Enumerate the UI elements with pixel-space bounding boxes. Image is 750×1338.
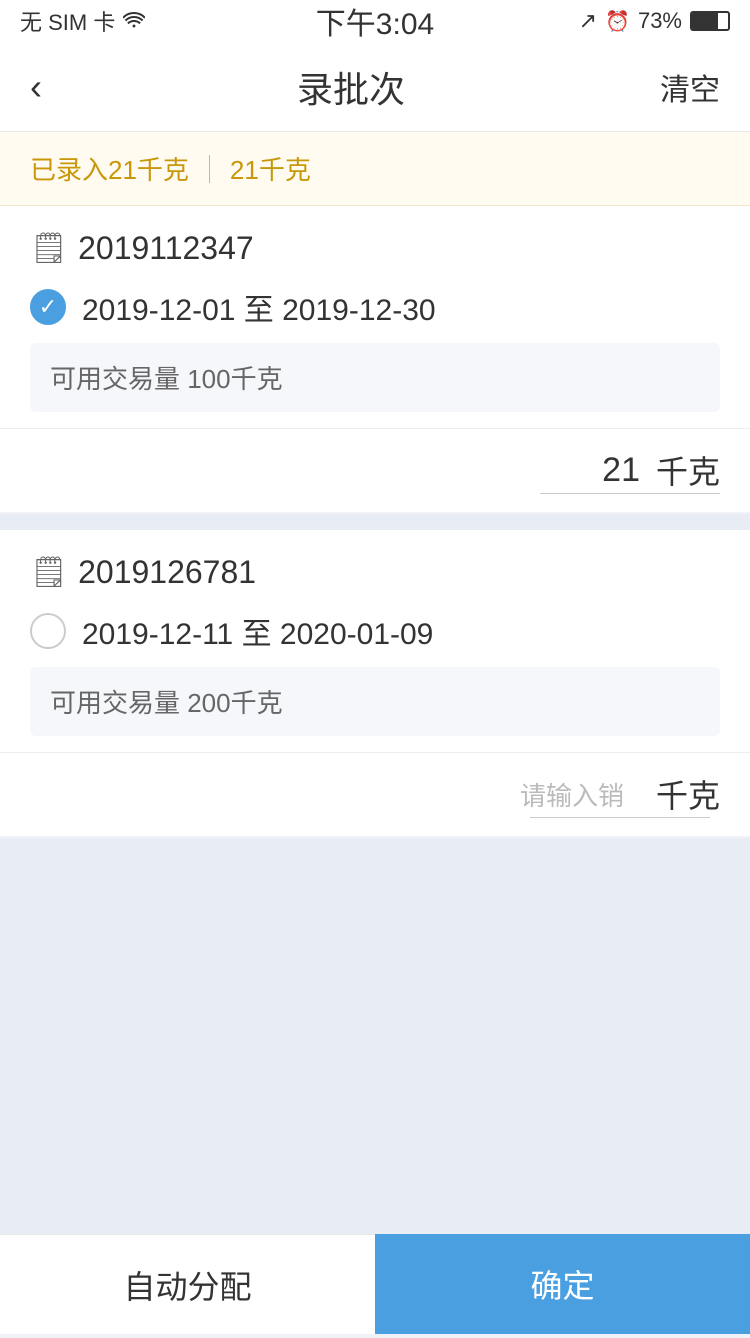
batch-1-radio[interactable]: ✓ [30, 289, 66, 325]
batch-1-available: 可用交易量 100千克 [30, 343, 720, 412]
batch-1-check-icon: ✓ [39, 296, 57, 318]
location-icon: ↗ [579, 8, 597, 34]
confirm-button[interactable]: 确定 [375, 1234, 750, 1334]
batch-1-id: 2019112347 [78, 230, 254, 267]
summary-label: 已录入21千克 [30, 150, 189, 187]
carrier-text: 无 SIM 卡 [20, 5, 115, 37]
batch-2-date-row[interactable]: 2019-12-11 至 2020-01-09 [0, 601, 750, 661]
summary-bar: 已录入21千克 21千克 [0, 132, 750, 206]
batch-1-date-row[interactable]: ✓ 2019-12-01 至 2019-12-30 [0, 277, 750, 337]
batch-2-icon: 🗒 [30, 555, 68, 590]
batch-1-quantity-row: 21 千克 [0, 428, 750, 512]
status-bar-time: 下午3:04 [316, 0, 434, 43]
alarm-icon: ⏰ [605, 9, 630, 34]
status-bar-right: ↗ ⏰ 73% [579, 8, 730, 34]
summary-divider [209, 155, 210, 183]
page-title: 录批次 [297, 61, 405, 113]
nav-bar: ‹ 录批次 清空 [0, 42, 750, 132]
batch-1-unit: 千克 [656, 447, 720, 493]
battery-pct: 73% [638, 8, 682, 34]
bottom-bar: 自动分配 确定 [0, 1234, 750, 1334]
back-button[interactable]: ‹ [30, 66, 42, 108]
empty-area [0, 838, 750, 1238]
batch-item-1: 🗒 2019112347 ✓ 2019-12-01 至 2019-12-30 可… [0, 206, 750, 512]
clear-button[interactable]: 清空 [660, 65, 720, 109]
batch-2-date: 2019-12-11 至 2020-01-09 [82, 609, 433, 653]
batch-2-unit: 千克 [656, 771, 720, 817]
batch-2-quantity-input[interactable] [520, 775, 640, 814]
battery-icon [690, 11, 730, 31]
batch-2-separator [530, 817, 710, 818]
auto-distribute-button[interactable]: 自动分配 [0, 1234, 375, 1334]
batch-1-header: 🗒 2019112347 [0, 206, 750, 277]
gap-1 [0, 514, 750, 530]
batch-item-2: 🗒 2019126781 2019-12-11 至 2020-01-09 可用交… [0, 530, 750, 836]
batch-1-date: 2019-12-01 至 2019-12-30 [82, 285, 436, 329]
batch-1-separator [540, 493, 720, 494]
batch-1-icon: 🗒 [30, 231, 68, 266]
batch-1-quantity-value: 21 [602, 451, 640, 490]
batch-2-available: 可用交易量 200千克 [30, 667, 720, 736]
status-bar: 无 SIM 卡 下午3:04 ↗ ⏰ 73% [0, 0, 750, 42]
batch-2-radio[interactable] [30, 613, 66, 649]
summary-value: 21千克 [230, 150, 311, 187]
batch-2-header: 🗒 2019126781 [0, 530, 750, 601]
status-bar-left: 无 SIM 卡 [20, 5, 145, 37]
wifi-icon [123, 8, 145, 34]
batch-2-id: 2019126781 [78, 554, 256, 591]
batch-2-quantity-row: 千克 [0, 752, 750, 836]
